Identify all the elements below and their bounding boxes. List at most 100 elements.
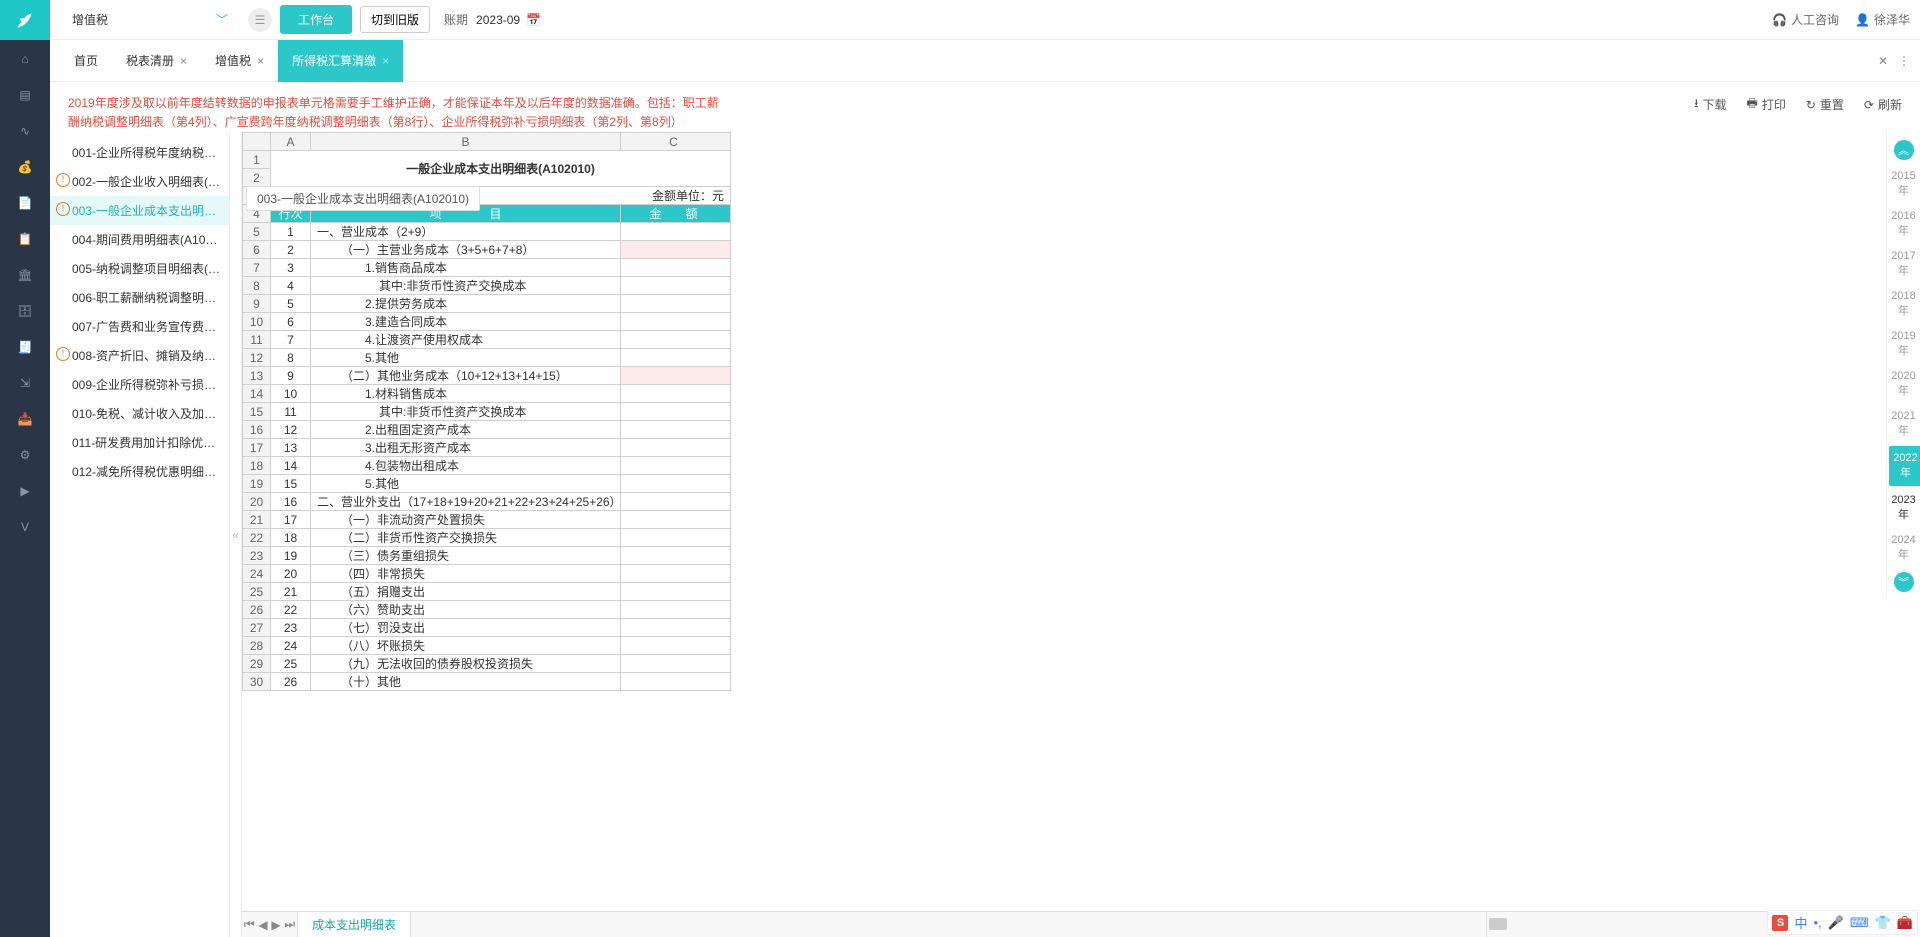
cell-c[interactable] — [621, 673, 731, 691]
cell-c[interactable] — [621, 619, 731, 637]
ime-bar[interactable]: S 中 •, 🎤 ⌨ 👕 🧰 — [1767, 910, 1918, 935]
cell-b[interactable]: 2.提供劳务成本 — [311, 295, 621, 313]
ime-skin-icon[interactable]: 👕 — [1875, 915, 1891, 931]
cell-b[interactable]: （二）其他业务成本（10+12+13+14+15） — [311, 367, 621, 385]
nav-inbox-icon[interactable]: 📥 — [14, 408, 36, 430]
cell-a[interactable]: 3 — [271, 259, 311, 277]
nav-ledger-icon[interactable]: ▤ — [14, 84, 36, 106]
cell-a[interactable]: 24 — [271, 637, 311, 655]
cell-b[interactable]: （一）主营业务成本（3+5+6+7+8） — [311, 241, 621, 259]
cell-c[interactable] — [621, 637, 731, 655]
refresh-button[interactable]: ⟳刷新 — [1864, 94, 1902, 115]
form-item-8[interactable]: 009-企业所得税弥补亏损明… — [50, 370, 229, 399]
close-icon[interactable]: × — [180, 54, 187, 68]
cell-a[interactable]: 23 — [271, 619, 311, 637]
nav-money-icon[interactable]: 💰 — [14, 156, 36, 178]
row-header[interactable]: 12 — [243, 349, 271, 367]
close-icon[interactable]: × — [382, 54, 389, 68]
tabs-more-icon[interactable]: ⋮ — [1898, 54, 1910, 68]
cell-b[interactable]: 5.其他 — [311, 349, 621, 367]
cell-a[interactable]: 15 — [271, 475, 311, 493]
form-item-1[interactable]: 002-一般企业收入明细表(A… — [50, 167, 229, 196]
switch-old-button[interactable]: 切到旧版 — [360, 6, 430, 33]
tab-0[interactable]: 首页 — [60, 40, 112, 82]
doc-icon[interactable]: ☰ — [248, 8, 272, 32]
scroll-knob[interactable] — [1489, 918, 1507, 930]
form-item-0[interactable]: 001-企业所得税年度纳税申… — [50, 138, 229, 167]
row-header[interactable]: 19 — [243, 475, 271, 493]
nav-settings-icon[interactable]: ⚙ — [14, 444, 36, 466]
row-header[interactable]: 20 — [243, 493, 271, 511]
cell-b[interactable]: （三）债务重组损失 — [311, 547, 621, 565]
cell-b[interactable]: （二）非货币性资产交换损失 — [311, 529, 621, 547]
last-icon[interactable]: ⏭ — [284, 917, 295, 932]
cell-c[interactable] — [621, 295, 731, 313]
cell-b[interactable]: 3.出租无形资产成本 — [311, 439, 621, 457]
tab-2[interactable]: 增值税× — [201, 40, 278, 82]
cell-a[interactable]: 20 — [271, 565, 311, 583]
cell-c[interactable] — [621, 241, 731, 259]
next-icon[interactable]: ▶ — [271, 918, 280, 932]
cell-a[interactable]: 9 — [271, 367, 311, 385]
corner-cell[interactable] — [243, 133, 271, 151]
year-2016年[interactable]: 2016年 — [1887, 204, 1920, 244]
cell-c[interactable] — [621, 385, 731, 403]
cell-a[interactable]: 4 — [271, 277, 311, 295]
cell-a[interactable]: 10 — [271, 385, 311, 403]
cell-c[interactable] — [621, 655, 731, 673]
row-header[interactable]: 26 — [243, 601, 271, 619]
row-header[interactable]: 6 — [243, 241, 271, 259]
cell-b[interactable]: （四）非常损失 — [311, 565, 621, 583]
row-header[interactable]: 10 — [243, 313, 271, 331]
row-header[interactable]: 23 — [243, 547, 271, 565]
tabs-close-all-icon[interactable]: ✕ — [1878, 54, 1888, 68]
row-header[interactable]: 7 — [243, 259, 271, 277]
year-2020年[interactable]: 2020年 — [1887, 364, 1920, 404]
download-button[interactable]: ⭳下载 — [1694, 94, 1726, 115]
cell-b[interactable]: 5.其他 — [311, 475, 621, 493]
row-header[interactable]: 16 — [243, 421, 271, 439]
cell-b[interactable]: （五）捐赠支出 — [311, 583, 621, 601]
form-item-6[interactable]: 007-广告费和业务宣传费跨… — [50, 312, 229, 341]
reset-button[interactable]: ↻重置 — [1806, 94, 1844, 115]
year-2017年[interactable]: 2017年 — [1887, 244, 1920, 284]
row-header[interactable]: 25 — [243, 583, 271, 601]
cell-c[interactable] — [621, 277, 731, 295]
row-header[interactable]: 13 — [243, 367, 271, 385]
year-2018年[interactable]: 2018年 — [1887, 284, 1920, 324]
cell-c[interactable] — [621, 493, 731, 511]
sheet-tab[interactable]: 成本支出明细表 — [298, 912, 411, 937]
form-item-10[interactable]: 011-研发费用加计扣除优惠… — [50, 428, 229, 457]
row-header[interactable]: 1 — [243, 151, 271, 169]
cell-a[interactable]: 19 — [271, 547, 311, 565]
cell-a[interactable]: 18 — [271, 529, 311, 547]
ime-punct-icon[interactable]: •, — [1814, 915, 1822, 930]
col-header-b[interactable]: B — [311, 133, 621, 151]
cell-b[interactable]: （六）赞助支出 — [311, 601, 621, 619]
ime-lang[interactable]: 中 — [1794, 913, 1807, 932]
cell-c[interactable] — [621, 457, 731, 475]
cell-c[interactable] — [621, 331, 731, 349]
row-header[interactable]: 11 — [243, 331, 271, 349]
cell-a[interactable]: 6 — [271, 313, 311, 331]
form-item-7[interactable]: 008-资产折旧、摊销及纳税… — [50, 341, 229, 370]
nav-video-icon[interactable]: ▶ — [14, 480, 36, 502]
form-item-11[interactable]: 012-减免所得税优惠明细表(… — [50, 457, 229, 486]
form-item-3[interactable]: 004-期间费用明细表(A1040… — [50, 225, 229, 254]
prev-icon[interactable]: ◀ — [258, 918, 267, 932]
nav-archive-icon[interactable]: 🗄 — [14, 300, 36, 322]
row-header[interactable]: 8 — [243, 277, 271, 295]
close-icon[interactable]: × — [257, 54, 264, 68]
cell-b[interactable]: 3.建造合同成本 — [311, 313, 621, 331]
collapse-handle[interactable]: « — [230, 132, 242, 937]
nav-tax-icon[interactable]: 🧾 — [14, 336, 36, 358]
cell-b[interactable]: （十）其他 — [311, 673, 621, 691]
cell-b[interactable]: （八）坏账损失 — [311, 637, 621, 655]
calendar-icon[interactable]: 📅 — [526, 13, 541, 27]
cell-a[interactable]: 22 — [271, 601, 311, 619]
nav-v-icon[interactable]: V — [14, 516, 36, 538]
cell-b[interactable]: 一、营业成本（2+9） — [311, 223, 621, 241]
cell-c[interactable] — [621, 547, 731, 565]
row-header[interactable]: 17 — [243, 439, 271, 457]
cell-a[interactable]: 26 — [271, 673, 311, 691]
